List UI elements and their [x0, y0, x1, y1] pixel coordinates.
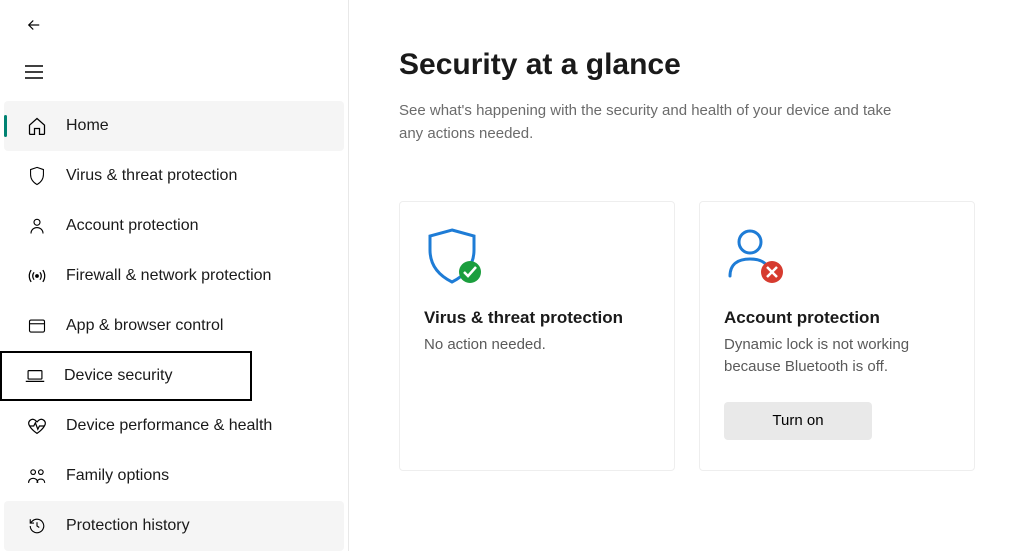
sidebar-item-label: Firewall & network protection: [66, 267, 271, 285]
shield-check-icon: [424, 226, 650, 290]
card-title: Account protection: [724, 308, 950, 328]
cards-row: Virus & threat protection No action need…: [399, 201, 975, 471]
person-icon: [26, 215, 48, 237]
sidebar-item-home[interactable]: Home: [4, 101, 344, 151]
card-account-protection[interactable]: Account protection Dynamic lock is not w…: [699, 201, 975, 471]
sidebar-item-app-browser[interactable]: App & browser control: [4, 301, 344, 351]
sidebar: Home Virus & threat protection Account p…: [0, 0, 349, 551]
sidebar-item-label: App & browser control: [66, 317, 223, 335]
nav-list: Home Virus & threat protection Account p…: [0, 101, 348, 551]
card-virus-threat[interactable]: Virus & threat protection No action need…: [399, 201, 675, 471]
sidebar-item-account-protection[interactable]: Account protection: [4, 201, 344, 251]
history-icon: [26, 515, 48, 537]
sidebar-item-label: Family options: [66, 467, 169, 485]
sidebar-item-protection-history[interactable]: Protection history: [4, 501, 344, 551]
sidebar-item-virus-threat[interactable]: Virus & threat protection: [4, 151, 344, 201]
turn-on-button[interactable]: Turn on: [724, 402, 872, 440]
back-button[interactable]: [14, 8, 54, 42]
laptop-icon: [24, 365, 46, 387]
sidebar-item-firewall[interactable]: Firewall & network protection: [4, 251, 344, 301]
sidebar-item-label: Device security: [64, 367, 172, 385]
card-description: No action needed.: [424, 334, 650, 356]
window-icon: [26, 315, 48, 337]
page-title: Security at a glance: [399, 48, 975, 82]
hamburger-menu-button[interactable]: [14, 54, 54, 91]
card-title: Virus & threat protection: [424, 308, 650, 328]
shield-icon: [26, 165, 48, 187]
heart-pulse-icon: [26, 415, 48, 437]
broadcast-icon: [26, 265, 48, 287]
sidebar-item-family-options[interactable]: Family options: [4, 451, 344, 501]
person-error-icon: [724, 226, 950, 290]
sidebar-item-label: Account protection: [66, 217, 199, 235]
page-description: See what's happening with the security a…: [399, 100, 919, 145]
sidebar-item-device-security[interactable]: Device security: [0, 351, 252, 401]
home-icon: [26, 115, 48, 137]
sidebar-item-label: Device performance & health: [66, 417, 272, 435]
main-content: Security at a glance See what's happenin…: [349, 0, 1025, 551]
family-icon: [26, 465, 48, 487]
sidebar-item-label: Protection history: [66, 517, 190, 535]
sidebar-item-label: Home: [66, 117, 109, 135]
sidebar-item-device-performance[interactable]: Device performance & health: [4, 401, 344, 451]
card-description: Dynamic lock is not working because Blue…: [724, 334, 950, 378]
sidebar-item-label: Virus & threat protection: [66, 167, 237, 185]
